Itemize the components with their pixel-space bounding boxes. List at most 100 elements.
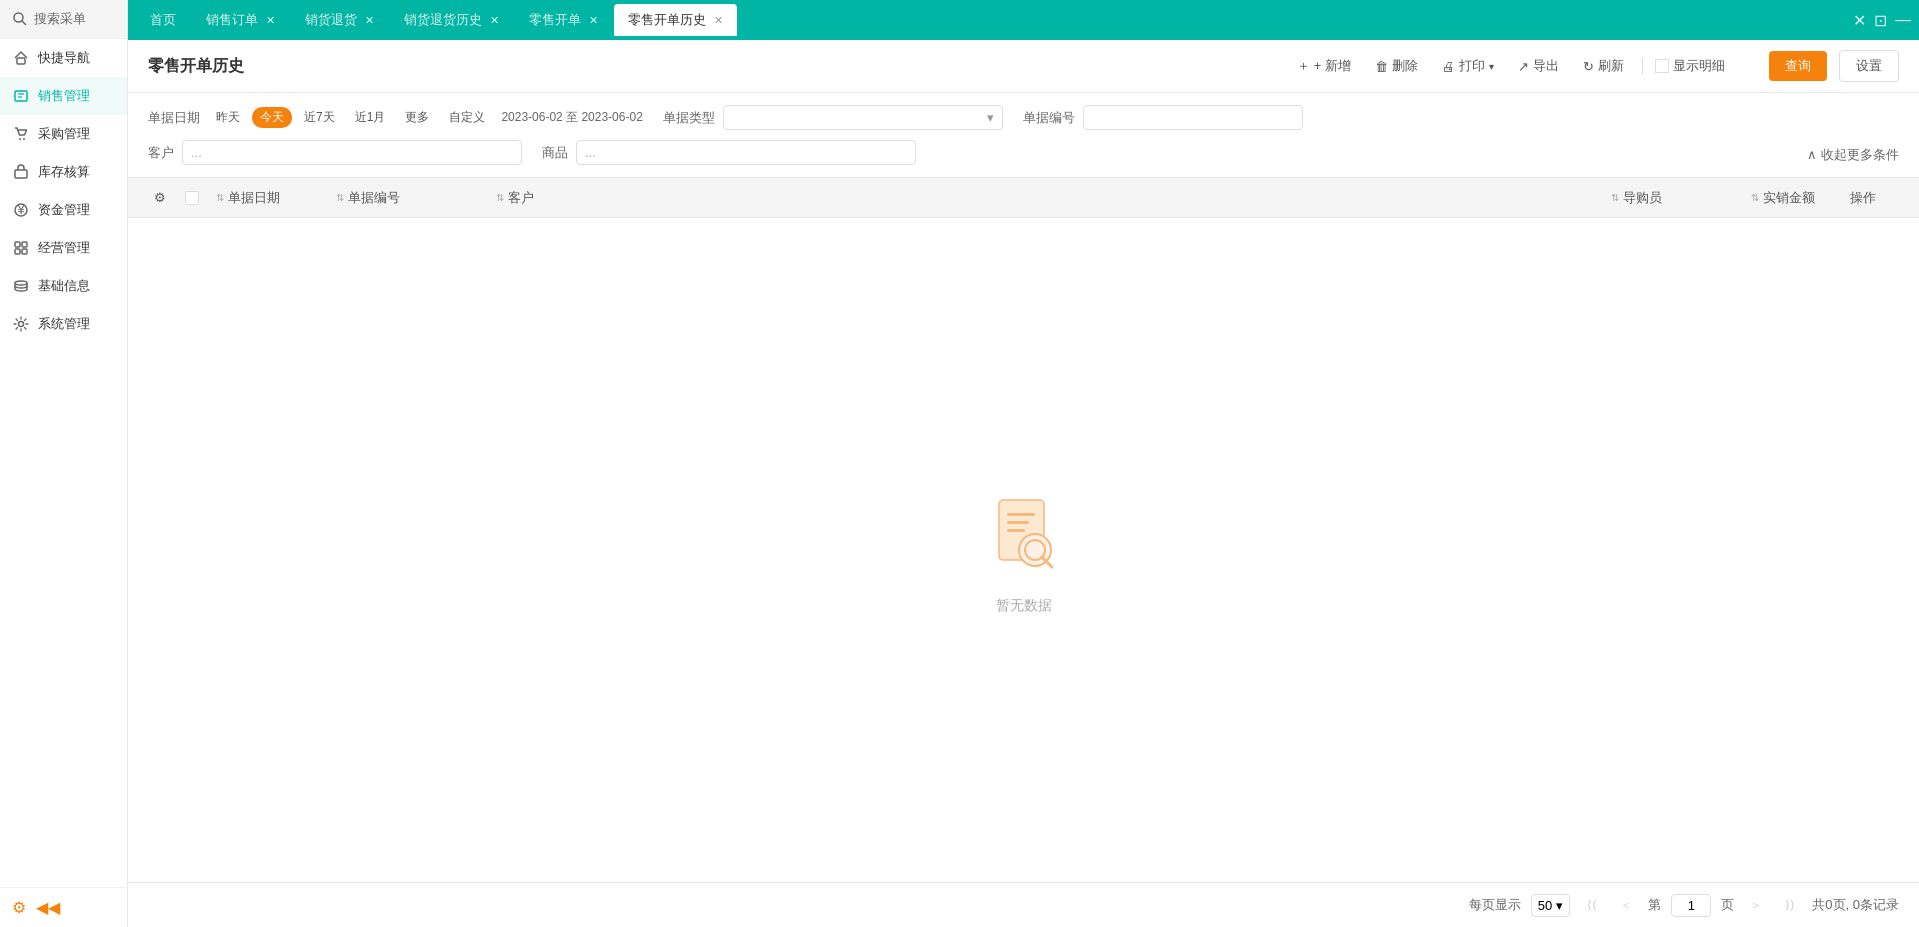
sidebar-item-purchase[interactable]: 采购管理 — [0, 115, 127, 153]
col-guide-header[interactable]: ⇅ 导购员 — [1603, 189, 1703, 207]
display-checkbox[interactable] — [1655, 59, 1669, 73]
collapse-more-btn[interactable]: ∧ 收起更多条件 — [1807, 146, 1899, 164]
sidebar-item-label: 资金管理 — [38, 201, 90, 219]
sidebar-search[interactable]: 搜索采单 — [0, 0, 127, 39]
page-title: 零售开单历史 — [148, 56, 244, 77]
tab-home[interactable]: 首页 — [136, 4, 190, 36]
empty-state: 暂无数据 — [128, 218, 1919, 882]
col-checkbox-all[interactable] — [176, 191, 208, 205]
col-customer-header[interactable]: ⇅ 客户 — [488, 189, 1603, 207]
sidebar-item-operations[interactable]: 经营管理 — [0, 229, 127, 267]
date-more-btn[interactable]: 更多 — [397, 107, 437, 128]
sidebar: 搜索采单 快捷导航 销售管理 采购管理 库存核算 ¥ 资金管理 经 — [0, 0, 128, 927]
query-button[interactable]: 查询 — [1769, 51, 1827, 81]
export-button[interactable]: ↗ 导出 — [1512, 53, 1565, 79]
goods-select[interactable]: ... — [576, 140, 916, 165]
sidebar-item-label: 系统管理 — [38, 315, 90, 333]
settings-bottom-icon[interactable]: ⚙ — [12, 898, 26, 917]
tab-bar-minimize-btn[interactable]: — — [1895, 11, 1911, 29]
col-date-label: 单据日期 — [228, 189, 280, 207]
col-num-header[interactable]: ⇅ 单据编号 — [328, 189, 488, 207]
filter-type-group: 单据类型 ▾ — [663, 105, 1003, 130]
page-next-btn[interactable]: ＞ — [1744, 893, 1768, 917]
tab-retail-open-close[interactable]: ✕ — [589, 14, 598, 27]
date-custom-btn[interactable]: 自定义 — [441, 107, 493, 128]
goods-filter-label: 商品 — [542, 144, 568, 162]
filter-area: 单据日期 昨天 今天 近7天 近1月 更多 自定义 2023-06-02 至 2… — [128, 93, 1919, 178]
customer-select-placeholder: ... — [191, 145, 202, 160]
customer-filter-label: 客户 — [148, 144, 174, 162]
tab-home-label: 首页 — [150, 11, 176, 29]
page-word: 第 — [1648, 896, 1661, 914]
export-label: 导出 — [1533, 57, 1559, 75]
pagination: 每页显示 50 ▾ ⟨⟨ ＜ 第 页 ＞ ⟩⟩ 共0页, 0条记录 — [128, 882, 1919, 927]
type-filter-label: 单据类型 — [663, 109, 715, 127]
svg-point-6 — [19, 138, 21, 140]
num-filter-label: 单据编号 — [1023, 109, 1075, 127]
tab-sales-order-close[interactable]: ✕ — [266, 14, 275, 27]
svg-point-7 — [23, 138, 25, 140]
sidebar-item-system[interactable]: 系统管理 — [0, 305, 127, 343]
refresh-button[interactable]: ↻ 刷新 — [1577, 53, 1630, 79]
delete-button[interactable]: 🗑 删除 — [1369, 53, 1424, 79]
type-select-chevron: ▾ — [987, 110, 994, 125]
tab-sales-return-close[interactable]: ✕ — [365, 14, 374, 27]
sidebar-item-quick-nav[interactable]: 快捷导航 — [0, 39, 127, 77]
per-page-select[interactable]: 50 ▾ — [1531, 894, 1570, 917]
search-icon — [12, 11, 28, 28]
num-filter-input[interactable] — [1083, 105, 1303, 130]
date-month-btn[interactable]: 近1月 — [347, 107, 394, 128]
tab-bar-restore-btn[interactable]: ⊡ — [1874, 11, 1887, 30]
tab-sales-order[interactable]: 销售订单 ✕ — [192, 4, 289, 36]
date-7days-btn[interactable]: 近7天 — [296, 107, 343, 128]
delete-icon: 🗑 — [1375, 59, 1388, 74]
tab-bar-close-btn[interactable]: ✕ — [1853, 11, 1866, 30]
tab-sales-return-history[interactable]: 销货退货历史 ✕ — [390, 4, 513, 36]
svg-rect-20 — [1007, 529, 1025, 532]
toolbar: ＋ + 新增 🗑 删除 🖨 打印 ▾ ↗ 导出 ↻ — [1291, 50, 1899, 82]
page-last-btn[interactable]: ⟩⟩ — [1778, 893, 1802, 917]
filter-date-btns: 昨天 今天 近7天 近1月 更多 自定义 — [208, 107, 493, 128]
date-today-btn[interactable]: 今天 — [252, 107, 292, 128]
col-settings[interactable]: ⚙ — [144, 190, 176, 205]
print-chevron: ▾ — [1489, 61, 1494, 72]
tab-bar: 首页 销售订单 ✕ 销货退货 ✕ 销货退货历史 ✕ 零售开单 ✕ 零售开单历史 … — [128, 0, 1919, 40]
content-area: 零售开单历史 ＋ + 新增 🗑 删除 🖨 打印 ▾ ↗ 导出 — [128, 40, 1919, 927]
tab-sales-return-history-label: 销货退货历史 — [404, 11, 482, 29]
tab-retail-open[interactable]: 零售开单 ✕ — [515, 4, 612, 36]
tab-retail-open-history[interactable]: 零售开单历史 ✕ — [614, 4, 737, 36]
table-header: ⚙ ⇅ 单据日期 ⇅ 单据编号 ⇅ 客户 ⇅ — [128, 178, 1919, 218]
collapse-icon[interactable]: ◀◀ — [36, 898, 60, 917]
svg-rect-19 — [1007, 521, 1029, 524]
print-button[interactable]: 🖨 打印 ▾ — [1436, 53, 1500, 79]
delete-label: 删除 — [1392, 57, 1418, 75]
page-prev-btn[interactable]: ＜ — [1614, 893, 1638, 917]
sidebar-item-finance[interactable]: ¥ 资金管理 — [0, 191, 127, 229]
sidebar-item-sales[interactable]: 销售管理 — [0, 77, 127, 115]
add-button[interactable]: ＋ + 新增 — [1291, 53, 1357, 79]
type-select[interactable]: ▾ — [723, 105, 1003, 130]
tab-sales-return-history-close[interactable]: ✕ — [490, 14, 499, 27]
page-input[interactable] — [1671, 894, 1711, 917]
refresh-label: 刷新 — [1598, 57, 1624, 75]
tab-retail-open-label: 零售开单 — [529, 11, 581, 29]
tab-retail-open-history-label: 零售开单历史 — [628, 11, 706, 29]
filter-customer-group: 客户 ... — [148, 140, 522, 165]
date-yesterday-btn[interactable]: 昨天 — [208, 107, 248, 128]
customer-select[interactable]: ... — [182, 140, 522, 165]
tab-retail-open-history-close[interactable]: ✕ — [714, 14, 723, 27]
sidebar-item-inventory[interactable]: 库存核算 — [0, 153, 127, 191]
svg-point-16 — [19, 322, 24, 327]
page-first-btn[interactable]: ⟨⟨ — [1580, 893, 1604, 917]
print-icon: 🖨 — [1442, 59, 1455, 74]
sort-icon: ⇅ — [1751, 192, 1759, 203]
sidebar-item-base[interactable]: 基础信息 — [0, 267, 127, 305]
tab-sales-return[interactable]: 销货退货 ✕ — [291, 4, 388, 36]
col-amount-header[interactable]: ⇅ 实销金额 — [1703, 189, 1823, 207]
setting-button[interactable]: 设置 — [1839, 50, 1899, 82]
sidebar-item-label: 采购管理 — [38, 125, 90, 143]
filter-goods-group: 商品 ... — [542, 140, 916, 165]
display-toggle[interactable]: 显示明细 — [1655, 57, 1725, 75]
checkbox-all[interactable] — [185, 191, 199, 205]
col-date-header[interactable]: ⇅ 单据日期 — [208, 189, 328, 207]
